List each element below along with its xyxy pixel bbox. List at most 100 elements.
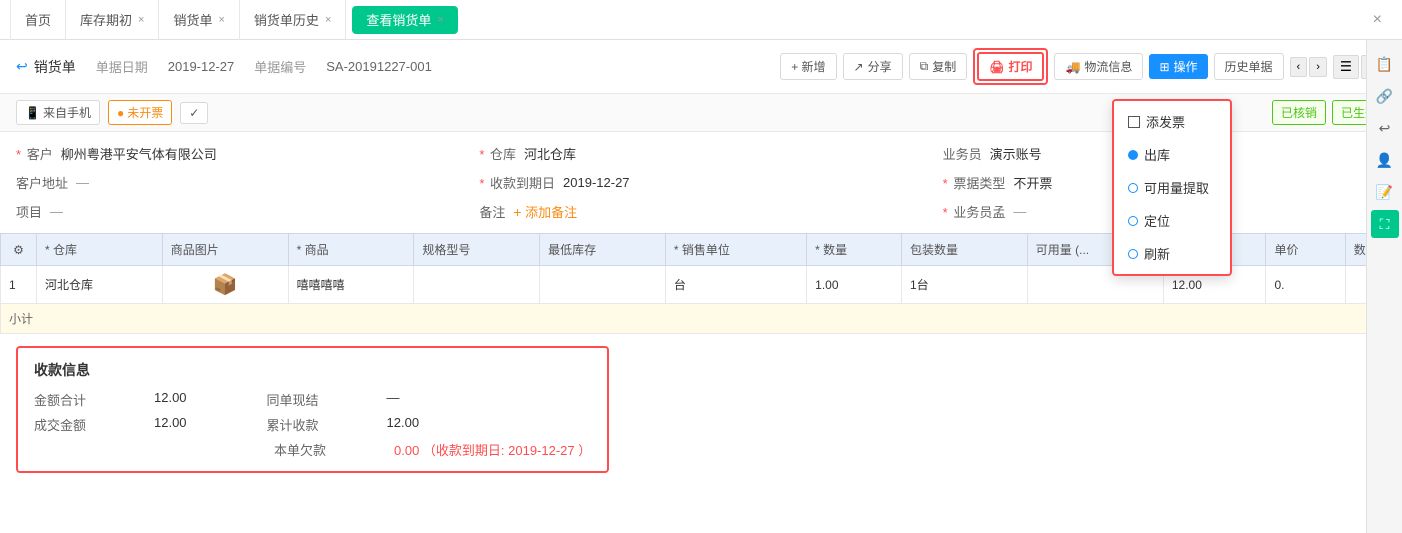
payment-row-3: 本单欠款 0.00 （收款到期日: 2019-12-27 ） (34, 440, 591, 459)
toolbar-right: + 新增 ↗ 分享 ⧉ 复制 🖨 打印 🚚 物流信息 ⊞ 操作 (780, 48, 1386, 85)
tab-sales-order[interactable]: 销货单 × (159, 0, 239, 40)
tab-view-sales[interactable]: 查看销货单 × (352, 6, 457, 34)
th-warehouse: * 仓库 (37, 234, 163, 266)
product-image-icon: 📦 (213, 274, 238, 296)
confirm-button[interactable]: ✓ (180, 102, 208, 124)
subtotal-row: 小计 (1, 304, 1402, 334)
project-label: 项目 (16, 202, 42, 221)
sidebar-return-icon[interactable]: ↩ (1371, 114, 1399, 142)
tab-inventory-label: 库存期初 (80, 10, 132, 29)
subtotal-label: 小计 (1, 304, 1402, 334)
ticket-type-label: 票据类型 (953, 176, 1005, 191)
locate-icon (1128, 216, 1138, 226)
th-unit: * 销售单位 (665, 234, 806, 266)
dropdown-available-qty[interactable]: 可用量提取 (1114, 171, 1230, 204)
logistics-label: 物流信息 (1084, 58, 1132, 75)
sidebar-expand-icon[interactable]: ⛶ (1371, 210, 1399, 238)
operations-label: 操作 (1174, 58, 1198, 75)
payment-rows: 金额合计 12.00 同单现结 — 成交金额 12.00 累计收款 12.00 … (34, 390, 591, 459)
form-header: ↩ 销货单 单据日期 2019-12-27 单据编号 SA-20191227-0… (0, 40, 1402, 94)
due-date: 2019-12-27 (508, 443, 575, 458)
tab-view-close[interactable]: × (437, 14, 443, 26)
nav-arrows: ‹ › (1290, 57, 1327, 77)
nav-prev[interactable]: ‹ (1290, 57, 1308, 77)
dropdown-add-invoice[interactable]: 添发票 (1114, 105, 1230, 138)
owe-spacer (34, 440, 114, 459)
row-image: 📦 (162, 266, 288, 304)
nav-next[interactable]: › (1309, 57, 1327, 77)
operations-button[interactable]: ⊞ 操作 (1149, 54, 1207, 79)
add-invoice-icon (1128, 116, 1140, 128)
dropdown-locate[interactable]: 定位 (1114, 204, 1230, 237)
th-image: 商品图片 (162, 234, 288, 266)
copy-button[interactable]: ⧉ 复制 (909, 53, 968, 80)
tab-home-label: 首页 (25, 10, 51, 29)
sold-badge: 已核销 (1272, 100, 1326, 125)
th-price: 单价 (1266, 234, 1345, 266)
customer-value: 柳州粤港平安气体有限公司 (61, 144, 217, 163)
tab-inventory-init[interactable]: 库存期初 × (66, 0, 159, 40)
tab-history-label: 销货单历史 (254, 10, 319, 29)
tab-sales-history[interactable]: 销货单历史 × (240, 0, 346, 40)
address-value: — (76, 175, 89, 190)
sidebar-note-icon[interactable]: 📝 (1371, 178, 1399, 206)
number-label: 单据编号 (254, 57, 306, 76)
share-icon: ↗ (854, 60, 864, 74)
ticket-type-value: 不开票 (1013, 173, 1052, 192)
sidebar-user-icon[interactable]: 👤 (1371, 146, 1399, 174)
refresh-icon (1128, 249, 1138, 259)
out-warehouse-icon (1128, 150, 1138, 160)
form-title: 销货单 (34, 57, 76, 77)
from-phone-label: 来自手机 (43, 104, 91, 121)
right-sidebar: 📋 🔗 ↩ 👤 📝 ⛶ (1366, 40, 1402, 533)
salesperson2-value: — (1013, 204, 1026, 219)
row-product: 嘻嘻嘻嘻 (288, 266, 414, 304)
sidebar-clipboard-icon[interactable]: 📋 (1371, 50, 1399, 78)
share-button[interactable]: ↗ 分享 (843, 53, 903, 80)
row-warehouse: 河北仓库 (37, 266, 163, 304)
date-value: 2019-12-27 (168, 59, 235, 74)
history-label: 历史单据 (1225, 58, 1273, 75)
from-phone-button[interactable]: 📱 来自手机 (16, 100, 100, 125)
available-qty-icon (1128, 183, 1138, 193)
dropdown-refresh[interactable]: 刷新 (1114, 237, 1230, 270)
cumulative-value: 12.00 (387, 415, 420, 434)
warehouse-value: 河北仓库 (524, 144, 576, 163)
dropdown-out-warehouse[interactable]: 出库 (1114, 138, 1230, 171)
not-open-label: 未开票 (127, 104, 163, 121)
th-product: * 商品 (288, 234, 414, 266)
total-label: 金额合计 (34, 390, 114, 409)
row-pack-qty: 1台 (902, 266, 1028, 304)
row-qty: 1.00 (807, 266, 902, 304)
form-meta: 单据日期 2019-12-27 单据编号 SA-20191227-001 (96, 57, 432, 76)
payment-row-2: 成交金额 12.00 累计收款 12.00 (34, 415, 591, 434)
note-field: 备注 + 添加备注 (479, 202, 922, 221)
logistics-icon: 🚚 (1065, 60, 1080, 74)
tab-inventory-close[interactable]: × (138, 14, 144, 26)
same-order-label: 同单现结 (267, 390, 347, 409)
add-note-button[interactable]: + 添加备注 (513, 202, 577, 221)
th-settings[interactable]: ⚙ (1, 234, 37, 266)
warehouse-label: 仓库 (490, 147, 516, 162)
global-close-button[interactable]: × (1363, 11, 1392, 29)
row-unit: 台 (665, 266, 806, 304)
tab-home[interactable]: 首页 (10, 0, 66, 40)
tab-sales-close[interactable]: × (218, 14, 224, 26)
share-label: 分享 (868, 58, 892, 75)
view-list[interactable]: ☰ (1333, 55, 1359, 79)
refresh-label: 刷新 (1144, 244, 1170, 263)
owe-label: 本单欠款 (274, 440, 354, 459)
row-index: 1 (1, 266, 37, 304)
not-open-button[interactable]: ● 未开票 (108, 100, 172, 125)
add-invoice-label: 添发票 (1146, 112, 1185, 131)
date-label: 单据日期 (96, 57, 148, 76)
address-field: 客户地址 — (16, 173, 459, 192)
print-button[interactable]: 🖨 打印 (977, 52, 1044, 81)
available-qty-label: 可用量提取 (1144, 178, 1209, 197)
sidebar-link-icon[interactable]: 🔗 (1371, 82, 1399, 110)
logistics-button[interactable]: 🚚 物流信息 (1054, 53, 1143, 80)
new-button[interactable]: + 新增 (780, 53, 836, 80)
tab-history-close[interactable]: × (325, 14, 331, 26)
history-button[interactable]: 历史单据 (1214, 53, 1284, 80)
print-highlight-box: 🖨 打印 (973, 48, 1048, 85)
